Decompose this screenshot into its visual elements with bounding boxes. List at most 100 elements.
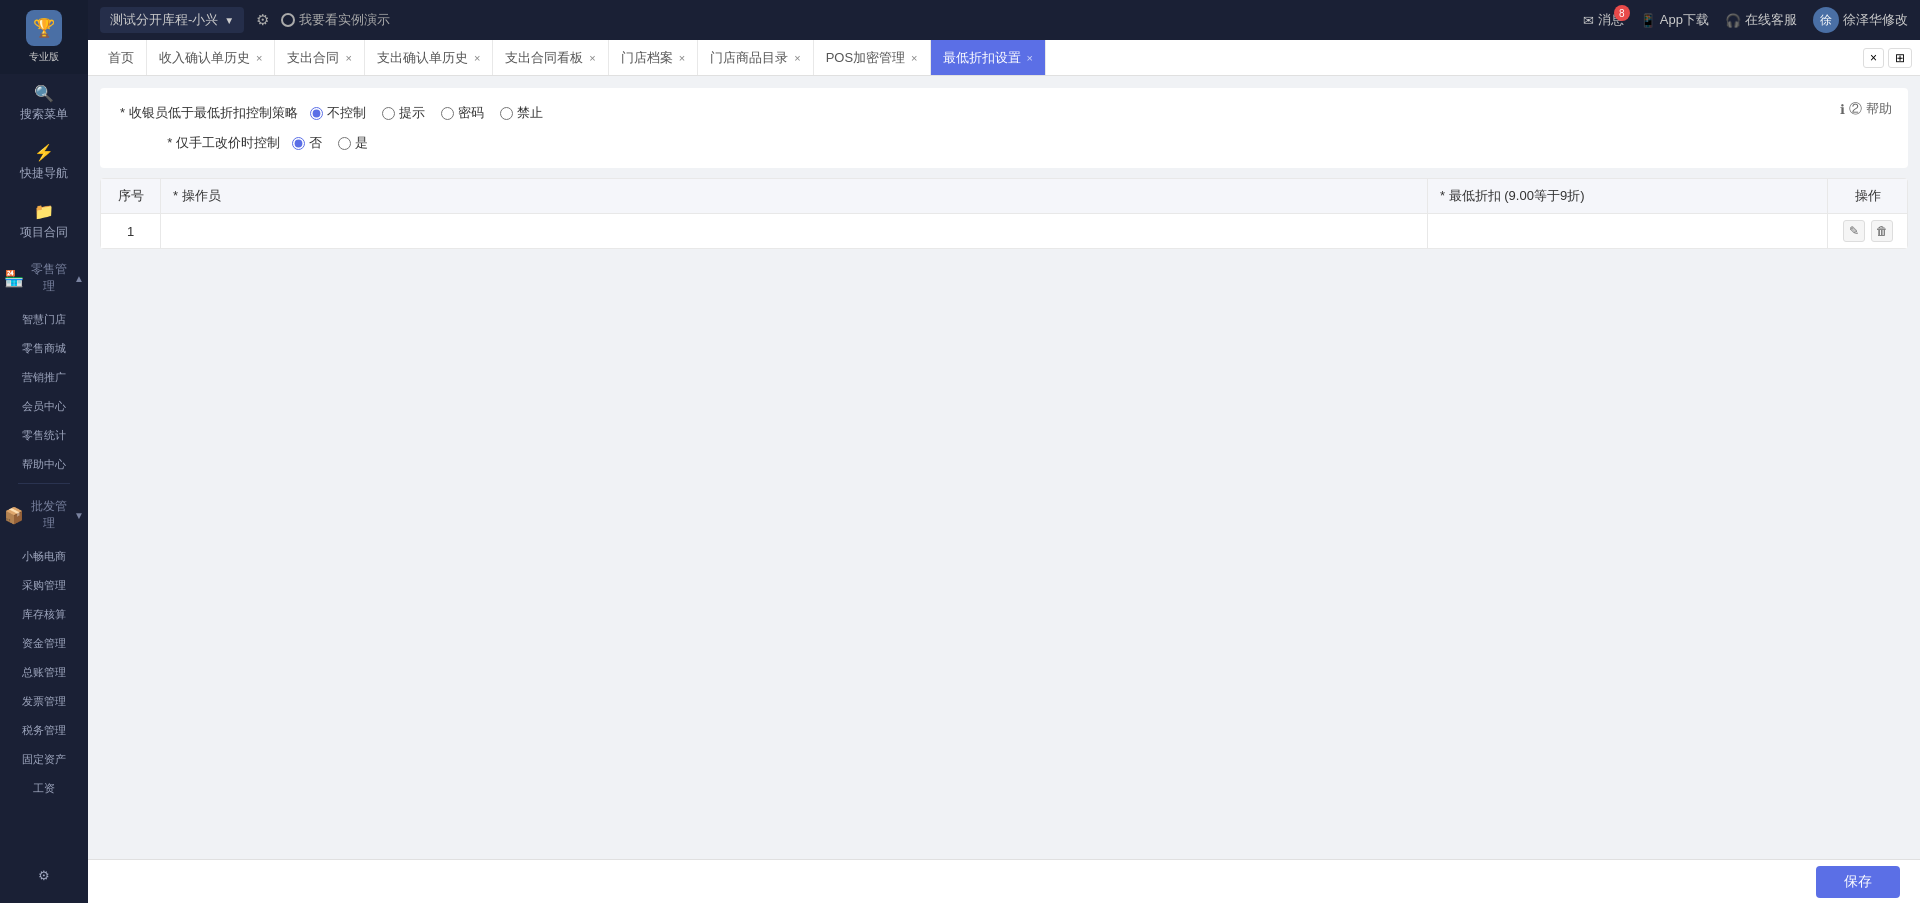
topbar: 测试分开库程-小兴 ▼ ⚙ 我要看实例演示 ✉ 消息 8 📱 App下载 🎧 在…	[88, 0, 1920, 40]
sidebar-item-project[interactable]: 📁 项目合同	[0, 192, 88, 251]
edit-row-button[interactable]: ✎	[1843, 220, 1865, 242]
user-menu-button[interactable]: 徐 徐泽华修改	[1813, 7, 1908, 33]
tab-confirm-history[interactable]: 支出确认单历史 ×	[365, 40, 493, 76]
close-tab-button[interactable]: ×	[1863, 48, 1884, 68]
quicknav-icon: ⚡	[34, 143, 54, 162]
sidebar-item-help[interactable]: 帮助中心	[0, 450, 88, 479]
discount-table: 序号 * 操作员 * 最低折扣 (9.00等于9折) 操作	[100, 178, 1908, 249]
tab-close-icon[interactable]: ×	[256, 52, 262, 64]
sidebar-item-inventory[interactable]: 库存核算	[0, 600, 88, 629]
download-icon: 📱	[1640, 13, 1656, 28]
tab-store-products[interactable]: 门店商品目录 ×	[698, 40, 813, 76]
headset-icon: 🎧	[1725, 13, 1741, 28]
sidebar-item-purchase[interactable]: 采购管理	[0, 571, 88, 600]
tab-close-icon[interactable]: ×	[345, 52, 351, 64]
sidebar-item-label: 总账管理	[22, 665, 66, 680]
messages-button[interactable]: ✉ 消息 8	[1583, 11, 1624, 29]
radio-yes-label: 是	[355, 134, 368, 152]
topbar-settings-icon[interactable]: ⚙	[256, 11, 269, 29]
col-header-discount: * 最低折扣 (9.00等于9折)	[1428, 179, 1828, 214]
radio-yes-input[interactable]	[338, 137, 351, 150]
tab-confirm-history-label: 支出确认单历史	[377, 49, 468, 67]
save-button[interactable]: 保存	[1816, 866, 1900, 898]
tab-contract-board[interactable]: 支出合同看板 ×	[493, 40, 608, 76]
page-content: ℹ ② 帮助 * 收银员低于最低折扣控制策略 不控制 提示	[88, 76, 1920, 859]
tab-close-icon[interactable]: ×	[679, 52, 685, 64]
tab-close-icon[interactable]: ×	[794, 52, 800, 64]
radio-no-control[interactable]: 不控制	[310, 104, 366, 122]
logo-text: 专业版	[29, 50, 59, 64]
radio-no-control-label: 不控制	[327, 104, 366, 122]
topbar-demo-button[interactable]: 我要看实例演示	[281, 11, 390, 29]
tab-min-discount[interactable]: 最低折扣设置 ×	[931, 40, 1046, 76]
help-icon: ℹ	[1840, 102, 1845, 117]
col-header-action: 操作	[1828, 179, 1908, 214]
tab-pos-password[interactable]: POS加密管理 ×	[814, 40, 931, 76]
sidebar-item-retail[interactable]: 🏪 零售管理 ▲	[0, 251, 88, 305]
sidebar-item-label: 帮助中心	[22, 457, 66, 472]
sidebar-item-member[interactable]: 会员中心	[0, 392, 88, 421]
sidebar-divider	[18, 483, 71, 484]
radio-no[interactable]: 否	[292, 134, 322, 152]
project-selector[interactable]: 测试分开库程-小兴 ▼	[100, 7, 244, 33]
radio-yes[interactable]: 是	[338, 134, 368, 152]
radio-no-input[interactable]	[292, 137, 305, 150]
tab-contract-board-label: 支出合同看板	[505, 49, 583, 67]
expand-tab-button[interactable]: ⊞	[1888, 48, 1912, 68]
sidebar-item-retail-stats[interactable]: 零售统计	[0, 421, 88, 450]
cell-action: ✎ 🗑	[1828, 214, 1908, 249]
sidebar-item-label: 批发管理	[28, 498, 70, 532]
batch-icon: 📦	[4, 506, 24, 525]
sidebar-item-ecommerce[interactable]: 小畅电商	[0, 542, 88, 571]
tab-contract[interactable]: 支出合同 ×	[275, 40, 364, 76]
radio-password[interactable]: 密码	[441, 104, 484, 122]
tab-close-icon[interactable]: ×	[1027, 52, 1033, 64]
sidebar-item-label: 工资	[33, 781, 55, 796]
sidebar-item-label: 发票管理	[22, 694, 66, 709]
tab-close-icon[interactable]: ×	[911, 52, 917, 64]
sidebar-item-label: 搜索菜单	[20, 106, 68, 123]
strategy-radio-group: 不控制 提示 密码 禁止	[310, 104, 543, 122]
sidebar-item-batch[interactable]: 📦 批发管理 ▼	[0, 488, 88, 542]
sidebar-item-salary[interactable]: 工资	[0, 774, 88, 803]
sidebar-item-label: 项目合同	[20, 224, 68, 241]
sidebar-item-marketing[interactable]: 营销推广	[0, 363, 88, 392]
messages-badge: 8	[1614, 5, 1630, 21]
radio-forbid-input[interactable]	[500, 107, 513, 120]
sidebar-item-label: 会员中心	[22, 399, 66, 414]
topbar-right: ✉ 消息 8 📱 App下载 🎧 在线客服 徐 徐泽华修改	[1583, 7, 1908, 33]
radio-remind-input[interactable]	[382, 107, 395, 120]
radio-password-input[interactable]	[441, 107, 454, 120]
demo-label: 我要看实例演示	[299, 11, 390, 29]
sidebar-item-assets[interactable]: 固定资产	[0, 745, 88, 774]
sidebar-item-retail-mall[interactable]: 零售商城	[0, 334, 88, 363]
online-service-button[interactable]: 🎧 在线客服	[1725, 11, 1797, 29]
tab-contract-label: 支出合同	[287, 49, 339, 67]
project-chevron-icon: ▼	[224, 15, 234, 26]
form-card: ℹ ② 帮助 * 收银员低于最低折扣控制策略 不控制 提示	[100, 88, 1908, 168]
table-header-row: 序号 * 操作员 * 最低折扣 (9.00等于9折) 操作	[101, 179, 1908, 214]
radio-forbid[interactable]: 禁止	[500, 104, 543, 122]
delete-row-button[interactable]: 🗑	[1871, 220, 1893, 242]
sidebar-item-invoice[interactable]: 发票管理	[0, 687, 88, 716]
sidebar-item-ledger[interactable]: 总账管理	[0, 658, 88, 687]
avatar: 徐	[1813, 7, 1839, 33]
help-button[interactable]: ℹ ② 帮助	[1840, 100, 1892, 118]
manual-row: * 仅手工改价时控制 否 是	[120, 134, 1888, 152]
sidebar-item-search[interactable]: 🔍 搜索菜单	[0, 74, 88, 133]
tab-income-history[interactable]: 收入确认单历史 ×	[147, 40, 275, 76]
sidebar-item-quicknav[interactable]: ⚡ 快捷导航	[0, 133, 88, 192]
sidebar-item-label: 零售商城	[22, 341, 66, 356]
settings-gear-button[interactable]: ⚙	[28, 858, 60, 893]
app-download-button[interactable]: 📱 App下载	[1640, 11, 1709, 29]
sidebar-item-tax[interactable]: 税务管理	[0, 716, 88, 745]
tab-income-history-label: 收入确认单历史	[159, 49, 250, 67]
tab-home[interactable]: 首页	[96, 40, 147, 76]
radio-no-control-input[interactable]	[310, 107, 323, 120]
tab-close-icon[interactable]: ×	[474, 52, 480, 64]
sidebar-item-finance[interactable]: 资金管理	[0, 629, 88, 658]
radio-remind[interactable]: 提示	[382, 104, 425, 122]
sidebar-item-smart-store[interactable]: 智慧门店	[0, 305, 88, 334]
tab-close-icon[interactable]: ×	[589, 52, 595, 64]
tab-store-archive[interactable]: 门店档案 ×	[609, 40, 698, 76]
